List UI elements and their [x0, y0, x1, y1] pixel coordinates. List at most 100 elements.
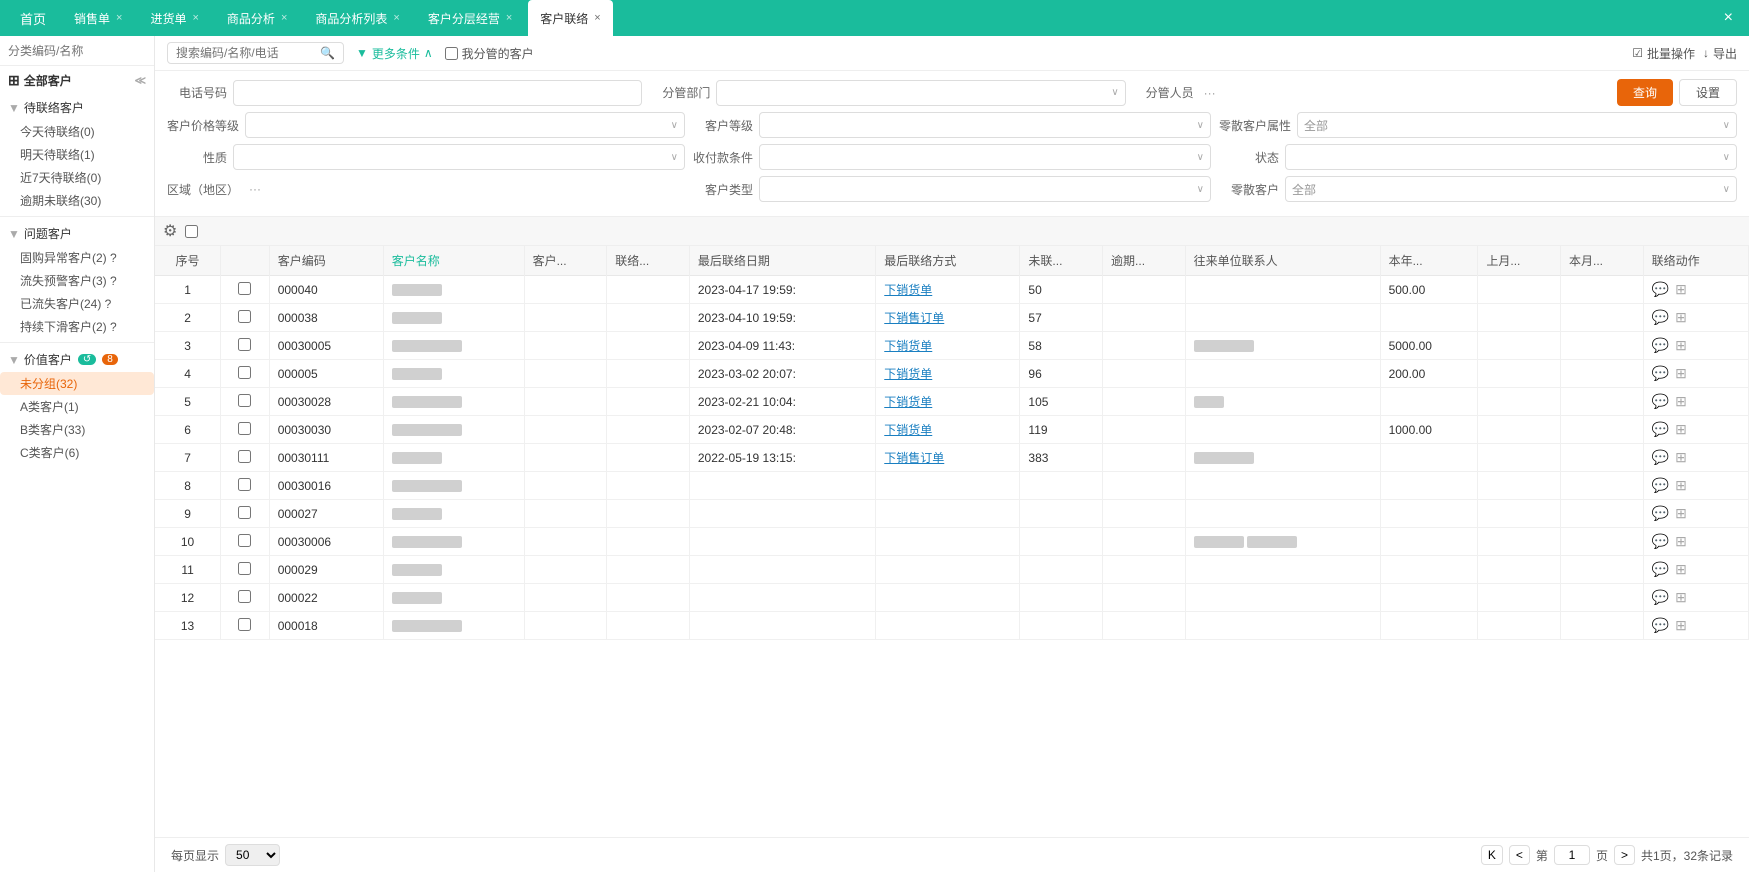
reset-button[interactable]: 设置 — [1679, 79, 1737, 106]
batch-op-button[interactable]: ☑ 批量操作 — [1632, 45, 1695, 62]
message-icon[interactable]: 💬 — [1652, 477, 1669, 494]
close-icon[interactable]: × — [594, 12, 600, 24]
contact-type-link[interactable]: 下销货单 — [884, 339, 932, 353]
grid-icon[interactable]: ⊞ — [1675, 421, 1687, 438]
close-icon[interactable]: × — [281, 12, 287, 24]
dept-select[interactable]: ∨ — [716, 80, 1125, 106]
my-customers-checkbox[interactable] — [445, 47, 458, 60]
row-checkbox[interactable] — [238, 506, 251, 519]
page-number-input[interactable] — [1554, 845, 1590, 865]
sidebar-item-tomorrow[interactable]: 明天待联络(1) — [0, 143, 154, 166]
message-icon[interactable]: 💬 — [1652, 309, 1669, 326]
nature-select[interactable]: ∨ — [233, 144, 685, 170]
message-icon[interactable]: 💬 — [1652, 337, 1669, 354]
message-icon[interactable]: 💬 — [1652, 421, 1669, 438]
sidebar-item-class-c[interactable]: C类客户(6) — [0, 441, 154, 464]
pending-contact-group[interactable]: ▼ 待联络客户 — [0, 95, 154, 120]
retail-select[interactable]: 全部 ∨ — [1285, 176, 1737, 202]
sidebar-item-declining[interactable]: 持续下滑客户(2) ? — [0, 315, 154, 338]
grid-icon[interactable]: ⊞ — [1675, 477, 1687, 494]
message-icon[interactable]: 💬 — [1652, 617, 1669, 634]
category-search-input[interactable] — [8, 44, 155, 58]
grid-icon[interactable]: ⊞ — [1675, 533, 1687, 550]
row-checkbox[interactable] — [238, 422, 251, 435]
tab-purchase[interactable]: 进货单 × — [138, 0, 210, 36]
sidebar-item-class-b[interactable]: B类客户(33) — [0, 418, 154, 441]
close-icon[interactable]: × — [393, 12, 399, 24]
row-checkbox[interactable] — [238, 366, 251, 379]
row-checkbox[interactable] — [238, 338, 251, 351]
problem-customer-group[interactable]: ▼ 问题客户 — [0, 221, 154, 246]
select-all-checkbox[interactable] — [185, 225, 198, 238]
sidebar-item-today[interactable]: 今天待联络(0) — [0, 120, 154, 143]
message-icon[interactable]: 💬 — [1652, 505, 1669, 522]
retail-attr-select[interactable]: 全部 ∨ — [1297, 112, 1737, 138]
row-checkbox[interactable] — [238, 310, 251, 323]
region-dots-btn[interactable]: ··· — [245, 182, 265, 196]
contact-type-link[interactable]: 下销货单 — [884, 283, 932, 297]
row-checkbox[interactable] — [238, 590, 251, 603]
message-icon[interactable]: 💬 — [1652, 589, 1669, 606]
query-button[interactable]: 查询 — [1617, 79, 1673, 106]
tab-analysis[interactable]: 商品分析 × — [215, 0, 299, 36]
close-icon[interactable]: × — [506, 12, 512, 24]
customer-type-select[interactable]: ∨ — [759, 176, 1211, 202]
grid-icon[interactable]: ⊞ — [1675, 617, 1687, 634]
home-nav-item[interactable]: 首页 — [8, 0, 58, 36]
contact-type-link[interactable]: 下销售订单 — [884, 311, 944, 325]
more-filters-button[interactable]: ▼ 更多条件 ∧ — [356, 45, 433, 62]
grid-icon[interactable]: ⊞ — [1675, 337, 1687, 354]
tab-analysis-list[interactable]: 商品分析列表 × — [303, 0, 411, 36]
message-icon[interactable]: 💬 — [1652, 449, 1669, 466]
price-level-select[interactable]: ∨ — [245, 112, 685, 138]
message-icon[interactable]: 💬 — [1652, 281, 1669, 298]
prev-page-button[interactable]: < — [1509, 845, 1530, 865]
grid-icon[interactable]: ⊞ — [1675, 561, 1687, 578]
message-icon[interactable]: 💬 — [1652, 365, 1669, 382]
tab-customer-segment[interactable]: 客户分层经营 × — [416, 0, 524, 36]
row-checkbox[interactable] — [238, 478, 251, 491]
payment-select[interactable]: ∨ — [759, 144, 1211, 170]
search-input[interactable] — [176, 46, 316, 60]
row-checkbox[interactable] — [238, 562, 251, 575]
first-page-button[interactable]: K — [1481, 845, 1503, 865]
grid-icon[interactable]: ⊞ — [1675, 365, 1687, 382]
sidebar-item-lost[interactable]: 已流失客户(24) ? — [0, 292, 154, 315]
message-icon[interactable]: 💬 — [1652, 561, 1669, 578]
phone-input[interactable] — [233, 80, 642, 106]
close-icon[interactable]: × — [192, 12, 198, 24]
grid-icon[interactable]: ⊞ — [1675, 393, 1687, 410]
sidebar-item-unclassified[interactable]: 未分组(32) — [0, 372, 154, 395]
tab-sales[interactable]: 销售单 × — [62, 0, 134, 36]
window-close-button[interactable]: × — [1716, 9, 1741, 27]
message-icon[interactable]: 💬 — [1652, 393, 1669, 410]
message-icon[interactable]: 💬 — [1652, 533, 1669, 550]
gear-icon[interactable]: ⚙ — [163, 221, 177, 241]
manager-dots-btn[interactable]: ··· — [1200, 86, 1220, 100]
status-select[interactable]: ∨ — [1285, 144, 1737, 170]
grid-icon[interactable]: ⊞ — [1675, 449, 1687, 466]
row-checkbox[interactable] — [238, 394, 251, 407]
sidebar-item-week[interactable]: 近7天待联络(0) — [0, 166, 154, 189]
row-checkbox[interactable] — [238, 282, 251, 295]
sidebar-item-churn[interactable]: 流失预警客户(3) ? — [0, 269, 154, 292]
export-button[interactable]: ↓ 导出 — [1703, 45, 1737, 62]
row-checkbox[interactable] — [238, 450, 251, 463]
sidebar-item-overdue[interactable]: 逾期未联络(30) — [0, 189, 154, 212]
page-size-select[interactable]: 50 100 200 — [225, 844, 280, 866]
sidebar-item-class-a[interactable]: A类客户(1) — [0, 395, 154, 418]
value-customer-group[interactable]: ▼ 价值客户 ↺ 8 — [0, 347, 154, 372]
next-page-button[interactable]: > — [1614, 845, 1635, 865]
tab-customer-contact[interactable]: 客户联络 × — [528, 0, 612, 36]
grid-icon[interactable]: ⊞ — [1675, 505, 1687, 522]
sidebar-item-abnormal[interactable]: 固购异常客户(2) ? — [0, 246, 154, 269]
contact-type-link[interactable]: 下销售订单 — [884, 451, 944, 465]
contact-type-link[interactable]: 下销货单 — [884, 395, 932, 409]
row-checkbox[interactable] — [238, 618, 251, 631]
grid-icon[interactable]: ⊞ — [1675, 309, 1687, 326]
close-icon[interactable]: × — [116, 12, 122, 24]
contact-type-link[interactable]: 下销货单 — [884, 423, 932, 437]
grid-icon[interactable]: ⊞ — [1675, 281, 1687, 298]
row-checkbox[interactable] — [238, 534, 251, 547]
all-customers-header[interactable]: ⊞ 全部客户 ≪ — [0, 66, 154, 95]
